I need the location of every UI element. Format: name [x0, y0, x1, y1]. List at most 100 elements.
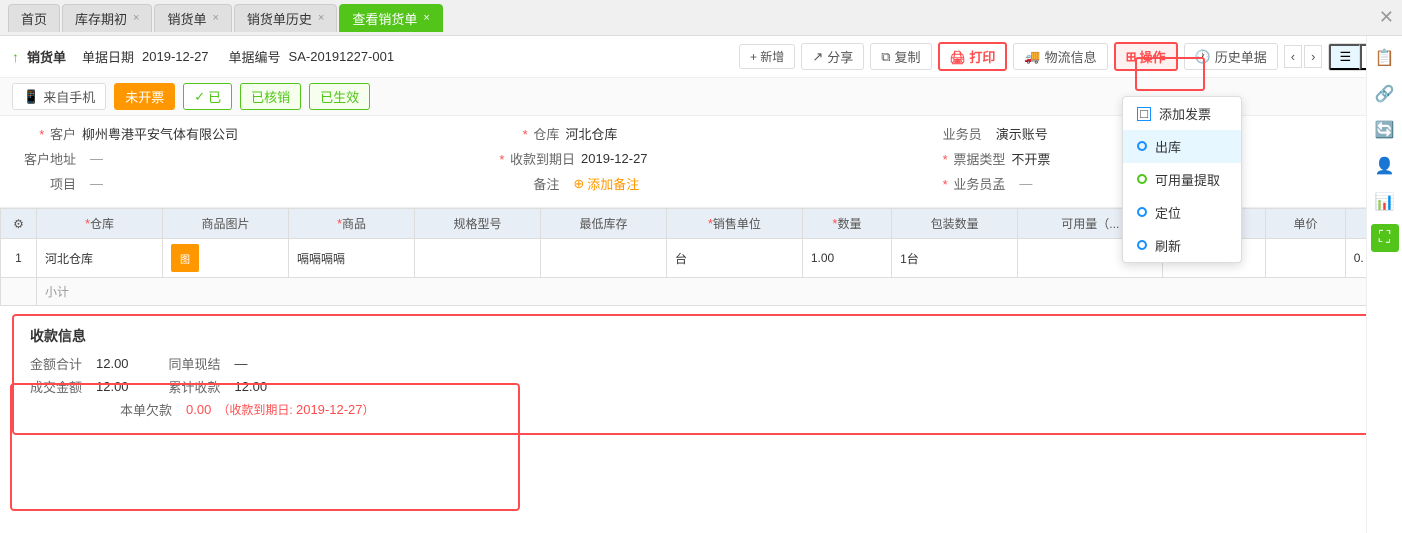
- subtotal-row: 小计: [1, 278, 1402, 306]
- employee-value: 演示账号: [996, 124, 1116, 143]
- col-product: *商品: [289, 209, 415, 239]
- next-button[interactable]: ›: [1304, 45, 1322, 68]
- sidebar-icon-3[interactable]: 🔄: [1371, 116, 1399, 144]
- copy-label: 复制: [895, 47, 921, 66]
- canceled-button[interactable]: 已核销: [240, 83, 301, 110]
- dropdown-outbound[interactable]: 出库: [1123, 130, 1241, 163]
- dropdown-add-invoice[interactable]: □ 添加发票: [1123, 97, 1241, 130]
- add-note-button[interactable]: ⊕ 添加备注: [573, 174, 639, 193]
- tab-sales-history[interactable]: 销货单历史 ×: [234, 4, 337, 32]
- payment-owed-label: 本单欠款: [120, 400, 180, 419]
- share-button[interactable]: ↗ 分享: [801, 43, 864, 70]
- not-opened-button[interactable]: 未开票: [114, 83, 175, 110]
- sidebar-icon-2[interactable]: 🔗: [1371, 80, 1399, 108]
- subtotal-label: [1, 278, 37, 306]
- note-field: 备注 ⊕ 添加备注: [499, 174, 942, 193]
- tab-home[interactable]: 首页: [8, 4, 60, 32]
- row-unit: 台: [667, 239, 803, 278]
- sidebar-icon-5[interactable]: 📊: [1371, 188, 1399, 216]
- copy-icon: ⧉: [881, 49, 890, 65]
- from-mobile-button[interactable]: 📱 来自手机: [12, 83, 106, 110]
- tab-view-sales-close[interactable]: ×: [423, 12, 429, 24]
- sidebar-icon-1[interactable]: 📋: [1371, 44, 1399, 72]
- view-list-button[interactable]: ☰: [1329, 44, 1360, 70]
- print-icon: 🖨: [950, 50, 967, 65]
- subtotal-text: 小计: [37, 278, 1402, 306]
- row-spec: [415, 239, 541, 278]
- available-qty-label: 可用量提取: [1155, 170, 1220, 189]
- customer-label: * 客户: [16, 124, 76, 143]
- col-unit: *销售单位: [667, 209, 803, 239]
- tab-inventory[interactable]: 库存期初 ×: [62, 4, 152, 32]
- tab-bar: 首页 库存期初 × 销货单 × 销货单历史 × 查看销货单 × ✕: [0, 0, 1402, 36]
- col-qty: *数量: [802, 209, 891, 239]
- payment-due-note: （收款到期日: 2019-12-27）: [217, 401, 374, 418]
- prev-button[interactable]: ‹: [1284, 45, 1302, 68]
- sidebar-icon-expand[interactable]: ⛶: [1371, 224, 1399, 252]
- operation-button[interactable]: ⊞ 操作: [1114, 42, 1178, 71]
- nav-arrows: ‹ ›: [1284, 45, 1323, 68]
- toolbar: ↑ 销货单 单据日期 2019-12-27 单据编号 SA-20191227-0…: [0, 36, 1402, 78]
- print-button[interactable]: 🖨 打印: [938, 42, 1008, 71]
- logistics-button[interactable]: 🚚 物流信息: [1013, 43, 1107, 70]
- payment-deal-field: 成交金额 12.00: [30, 377, 129, 396]
- dropdown-available-qty[interactable]: 可用量提取: [1123, 163, 1241, 196]
- tab-sales[interactable]: 销货单 ×: [154, 4, 231, 32]
- project-label: 项目: [16, 174, 76, 193]
- row-img: 图: [163, 239, 289, 278]
- toolbar-actions: + 新增 ↗ 分享 ⧉ 复制 🖨 打印 🚚 物流信息 ⊞ 操作 �: [739, 42, 1390, 71]
- sidebar-icon-4[interactable]: 👤: [1371, 152, 1399, 180]
- payment-section: 收款信息 金额合计 12.00 同单现结 — 成交金额 12.00 累计收款 1…: [12, 314, 1390, 435]
- tab-view-sales-label: 查看销货单: [352, 9, 417, 28]
- dropdown-locate[interactable]: 定位: [1123, 196, 1241, 229]
- row-no: 1: [1, 239, 37, 278]
- payment-row-3: 本单欠款 0.00 （收款到期日: 2019-12-27）: [30, 400, 1372, 419]
- customer-required: *: [39, 127, 44, 142]
- col-settings[interactable]: ⚙: [1, 209, 37, 239]
- product-image: 图: [171, 244, 199, 272]
- tab-home-label: 首页: [21, 9, 47, 28]
- payment-deal-label: 成交金额: [30, 377, 90, 396]
- tab-view-sales[interactable]: 查看销货单 ×: [339, 4, 442, 32]
- tab-sales-close[interactable]: ×: [212, 12, 218, 24]
- add-note-label: 添加备注: [587, 174, 639, 193]
- col-price: 单价: [1266, 209, 1345, 239]
- project-value: —: [90, 176, 103, 191]
- payment-cumulative-field: 累计收款 12.00: [169, 377, 268, 396]
- warehouse-label: * 仓库: [499, 124, 559, 143]
- tab-inventory-label: 库存期初: [75, 9, 127, 28]
- payment-settle-label: 同单现结: [169, 354, 229, 373]
- payment-deal-value: 12.00: [96, 379, 129, 394]
- payment-due-date: 2019-12-27: [296, 402, 363, 417]
- dropdown-refresh[interactable]: 刷新: [1123, 229, 1241, 262]
- window-close-icon[interactable]: ✕: [1379, 7, 1394, 28]
- col-min-stock: 最低库存: [541, 209, 667, 239]
- address-label: 客户地址: [16, 149, 76, 168]
- outbound-icon: [1137, 139, 1147, 154]
- logistics-label: 物流信息: [1045, 47, 1097, 66]
- row-product: 嗝嗝嗝嗝: [289, 239, 415, 278]
- payment-total-label: 金额合计: [30, 354, 90, 373]
- plus-icon: ⊕: [573, 176, 584, 192]
- effected-label: 已生效: [320, 90, 359, 105]
- confirm-button[interactable]: ✓ 已: [183, 83, 232, 110]
- doc-date-label: 单据日期: [82, 47, 134, 66]
- history-button[interactable]: 🕐 历史单据: [1184, 43, 1278, 70]
- row-warehouse: 河北仓库: [37, 239, 163, 278]
- add-invoice-icon: □: [1137, 106, 1151, 121]
- customer-value: 柳州粤港平安气体有限公司: [82, 124, 238, 143]
- effected-button[interactable]: 已生效: [309, 83, 370, 110]
- doc-no-label: 单据编号: [229, 47, 281, 66]
- address-value: —: [90, 151, 103, 166]
- payment-owed-value: 0.00: [186, 402, 211, 417]
- mobile-icon: 📱: [23, 89, 39, 105]
- ticket-type-value: 不开票: [1011, 149, 1131, 168]
- tab-sales-history-close[interactable]: ×: [318, 12, 324, 24]
- operation-icon: ⊞: [1126, 49, 1137, 65]
- copy-button[interactable]: ⧉ 复制: [870, 43, 931, 70]
- tab-inventory-close[interactable]: ×: [133, 12, 139, 24]
- not-opened-label: 未开票: [125, 87, 164, 106]
- new-button[interactable]: + 新增: [739, 44, 795, 69]
- refresh-label: 刷新: [1155, 236, 1181, 255]
- address-field: 客户地址 —: [16, 149, 459, 168]
